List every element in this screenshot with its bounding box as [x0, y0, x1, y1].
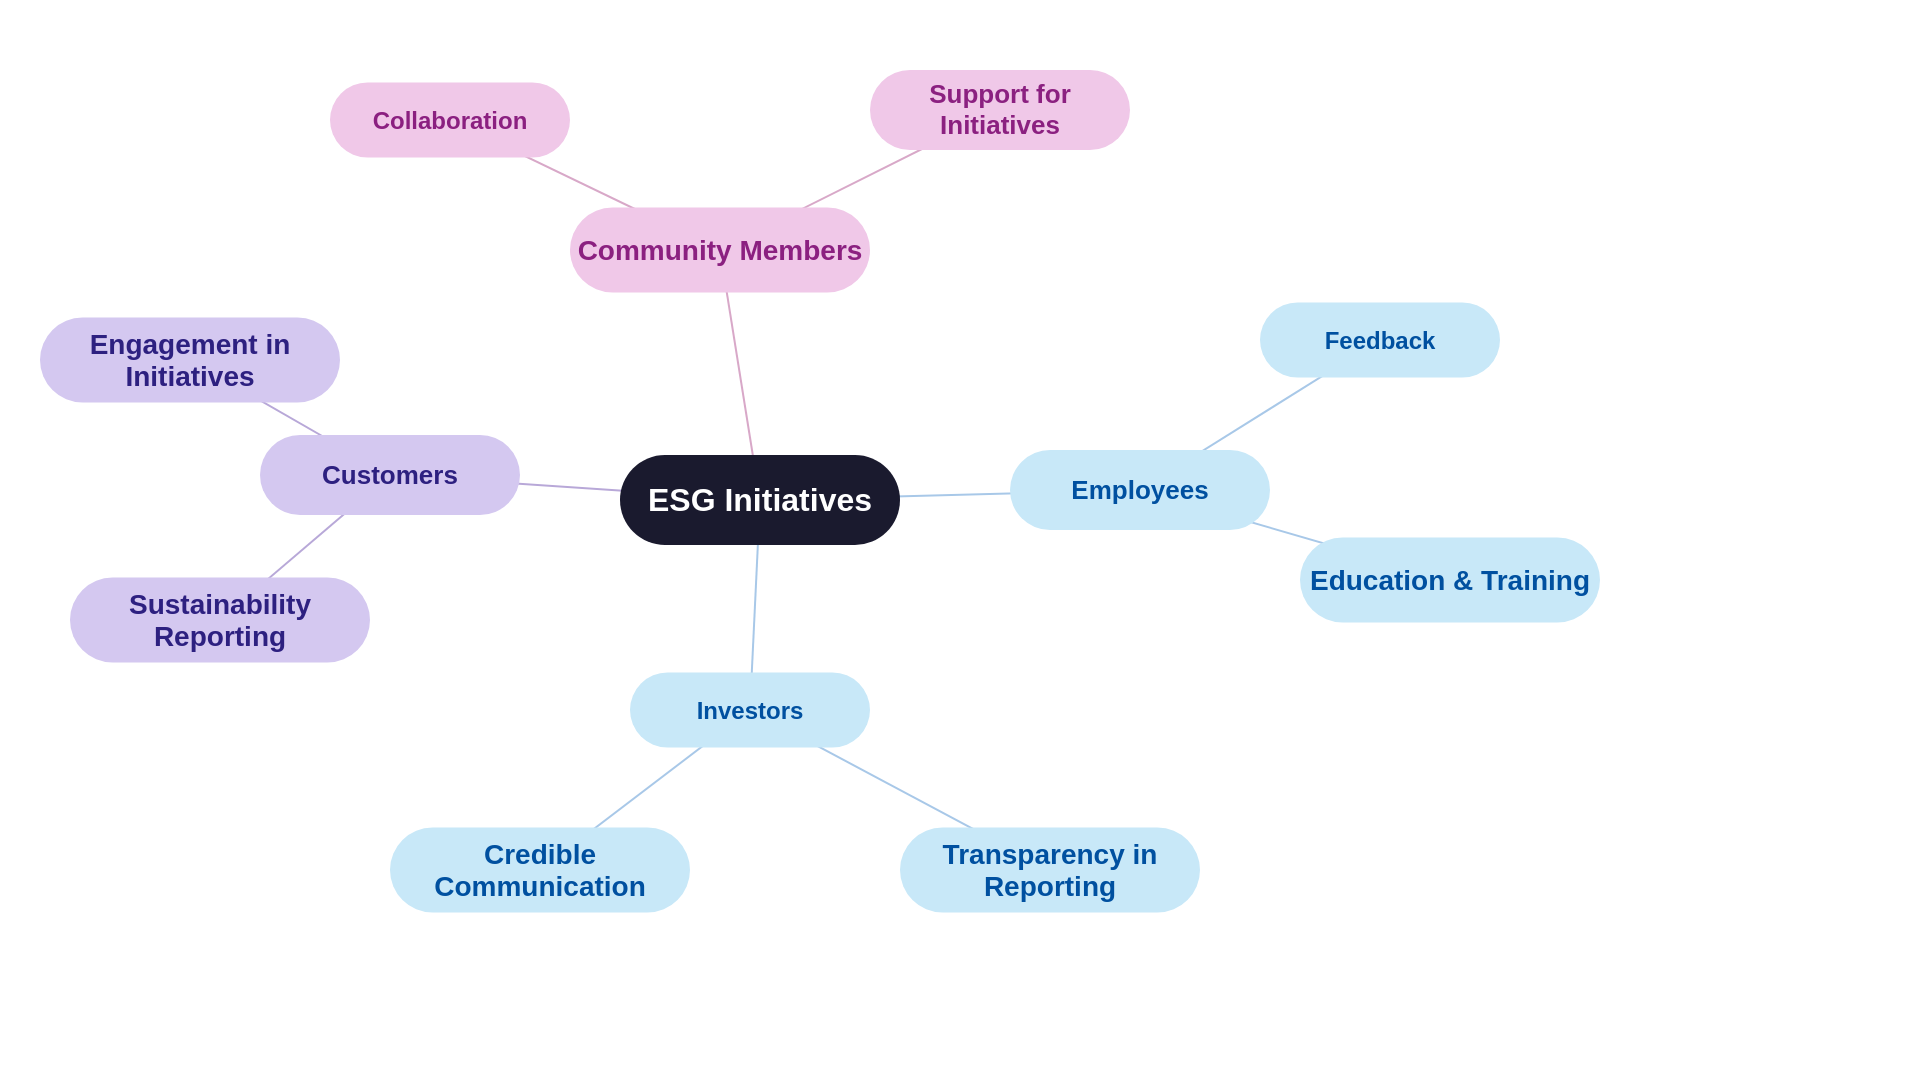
connection-lines: [0, 0, 1920, 1083]
investors-node: Investors: [630, 673, 870, 748]
collaboration-node: Collaboration: [330, 83, 570, 158]
education-label: Education & Training: [1310, 564, 1590, 596]
support-initiatives-label: Support for Initiatives: [870, 79, 1130, 141]
community-members-label: Community Members: [578, 234, 863, 266]
center-node: ESG Initiatives: [620, 455, 900, 545]
customers-node: Customers: [260, 435, 520, 515]
credible-communication-label: Credible Communication: [390, 838, 690, 902]
support-initiatives-node: Support for Initiatives: [870, 70, 1130, 150]
credible-communication-node: Credible Communication: [390, 828, 690, 913]
employees-node: Employees: [1010, 450, 1270, 530]
feedback-node: Feedback: [1260, 303, 1500, 378]
employees-label: Employees: [1071, 475, 1208, 506]
community-members-node: Community Members: [570, 208, 870, 293]
sustainability-label: Sustainability Reporting: [70, 588, 370, 652]
engagement-node: Engagement in Initiatives: [40, 318, 340, 403]
collaboration-label: Collaboration: [373, 106, 528, 134]
customers-label: Customers: [322, 460, 458, 491]
engagement-label: Engagement in Initiatives: [40, 328, 340, 392]
education-node: Education & Training: [1300, 538, 1600, 623]
feedback-label: Feedback: [1325, 326, 1436, 354]
mind-map-container: ESG Initiatives Community Members Collab…: [0, 0, 1920, 1083]
sustainability-node: Sustainability Reporting: [70, 578, 370, 663]
transparency-label: Transparency in Reporting: [900, 838, 1200, 902]
center-label: ESG Initiatives: [648, 482, 872, 519]
investors-label: Investors: [697, 696, 804, 724]
transparency-node: Transparency in Reporting: [900, 828, 1200, 913]
